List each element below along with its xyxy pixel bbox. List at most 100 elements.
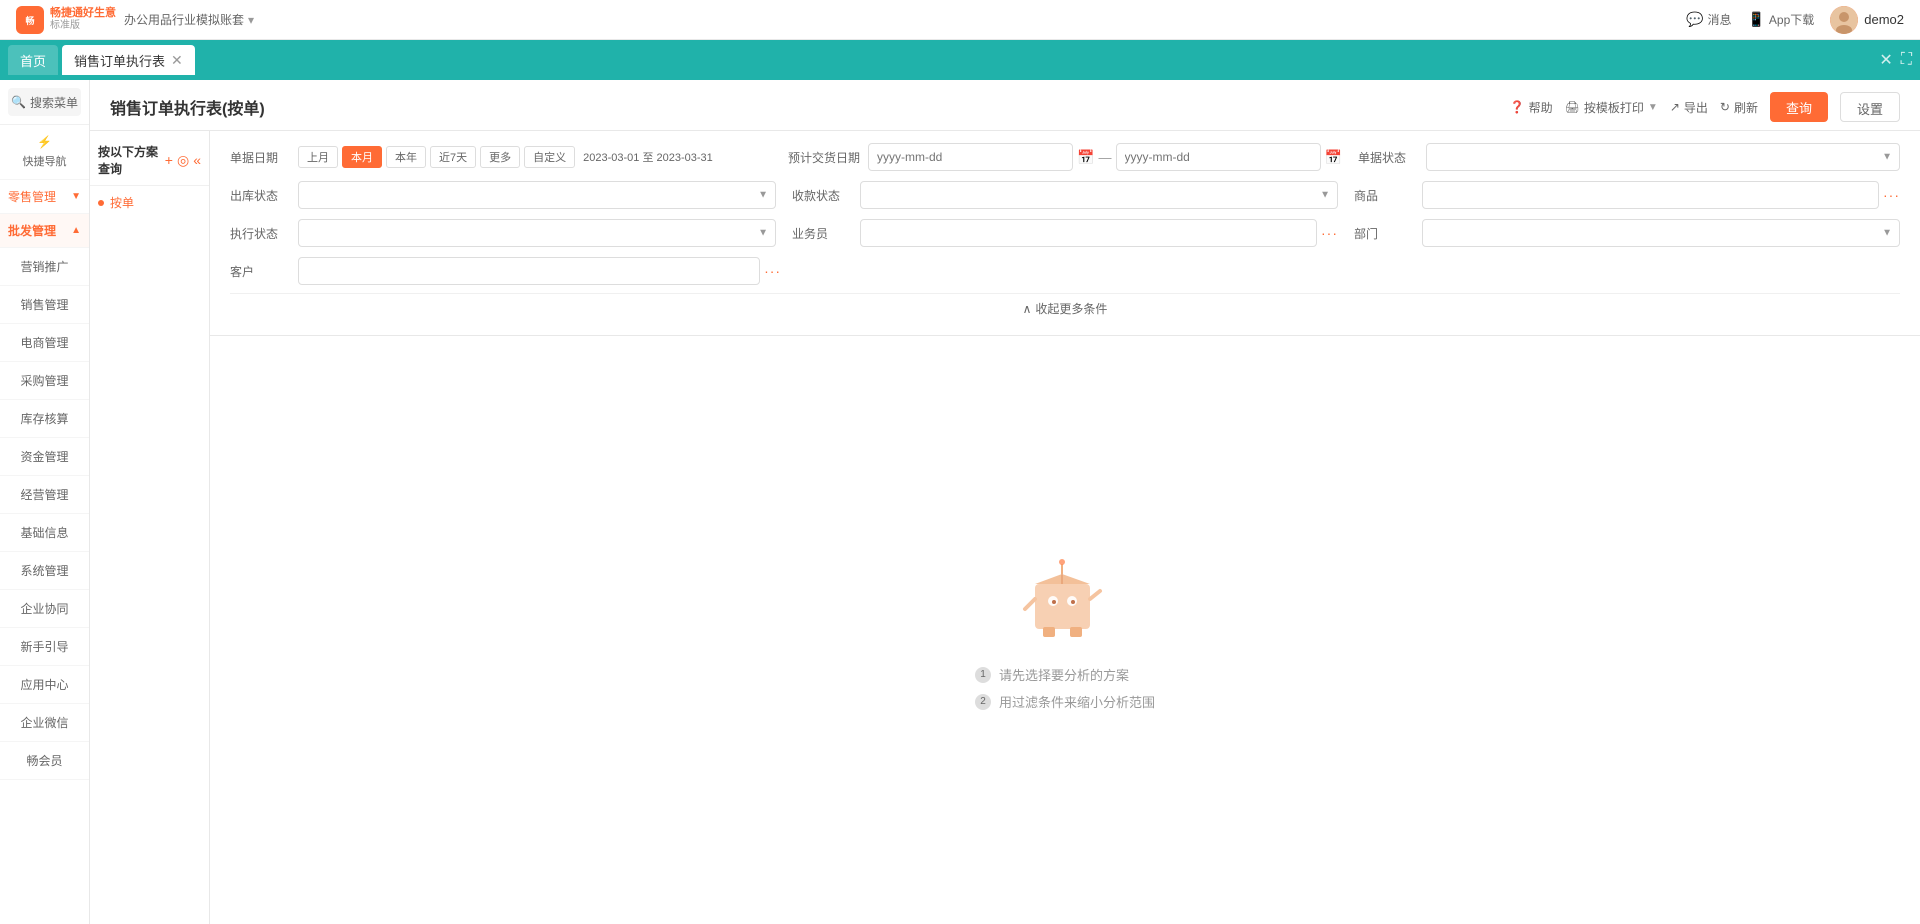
sidebar-item-business[interactable]: 经营管理 — [0, 476, 89, 514]
tip-num-2: 2 — [975, 694, 991, 710]
sidebar-item-member[interactable]: 畅会员 — [0, 742, 89, 780]
sidebar-item-basic[interactable]: 基础信息 — [0, 514, 89, 552]
sidebar-item-wechat[interactable]: 企业微信 — [0, 704, 89, 742]
scheme-item-by-order[interactable]: 按单 — [90, 186, 209, 219]
settings-button[interactable]: 设置 — [1840, 92, 1900, 122]
expected-date-range: 📅 — 📅 — [868, 143, 1342, 171]
calendar-to-icon[interactable]: 📅 — [1325, 149, 1342, 166]
sidebar-item-appstore[interactable]: 应用中心 — [0, 666, 89, 704]
sidebar-item-system[interactable]: 系统管理 — [0, 552, 89, 590]
tab-bar-right: ✕ ⛶ — [1879, 50, 1912, 70]
avatar — [1830, 6, 1858, 34]
help-button[interactable]: ❓ 帮助 — [1510, 99, 1553, 116]
data-scroll: 单据日期 上月 本月 本年 近7天 更多 自定义 20 — [210, 131, 1920, 924]
app-download-action[interactable]: 📱 App下载 — [1747, 11, 1814, 28]
sidebar-item-quick-nav[interactable]: ⚡ 快捷导航 — [0, 125, 89, 180]
message-icon: 💬 — [1686, 11, 1703, 28]
page-header: 销售订单执行表(按单) ❓ 帮助 🖨 按模板打印 ▼ ↗ 导出 ↻ 刷新 — [90, 80, 1920, 131]
salesperson-input[interactable] — [860, 219, 1317, 247]
expected-date-label: 预计交货日期 — [788, 149, 860, 166]
customer-label: 客户 — [230, 263, 290, 280]
doc-status-label: 单据状态 — [1358, 149, 1418, 166]
logo[interactable]: 畅 畅捷通好生意 标准版 — [16, 6, 116, 34]
quick-date-more[interactable]: 更多 — [480, 146, 520, 168]
calendar-from-icon[interactable]: 📅 — [1077, 149, 1094, 166]
date-label: 单据日期 — [230, 149, 290, 166]
goods-more-icon[interactable]: ··· — [1883, 187, 1900, 203]
help-icon: ❓ — [1510, 100, 1525, 114]
tab-close-icon[interactable]: ✕ — [171, 53, 183, 67]
quick-date-last-month[interactable]: 上月 — [298, 146, 338, 168]
scheme-icons: + ◎ « — [165, 152, 201, 169]
collapse-icon: ∧ — [1023, 302, 1032, 316]
app-download-icon: 📱 — [1747, 11, 1764, 28]
sidebar-item-inventory[interactable]: 库存核算 — [0, 400, 89, 438]
user-area[interactable]: demo2 — [1830, 6, 1904, 34]
sidebar-item-ecommerce[interactable]: 电商管理 — [0, 324, 89, 362]
expected-date-from[interactable] — [868, 143, 1073, 171]
scheme-header: 按以下方案查询 + ◎ « — [90, 139, 209, 186]
collapse-scheme-icon[interactable]: « — [193, 152, 201, 169]
print-icon: 🖨 — [1565, 100, 1580, 114]
add-scheme-icon[interactable]: + — [165, 152, 173, 169]
sidebar-search-area: 🔍 搜索菜单 — [0, 80, 89, 125]
logo-icon: 畅 — [16, 6, 44, 34]
tab-bar: 首页 销售订单执行表 ✕ ✕ ⛶ — [0, 40, 1920, 80]
sidebar-item-purchase[interactable]: 采购管理 — [0, 362, 89, 400]
exec-status-select[interactable] — [298, 219, 776, 247]
out-status-select[interactable] — [298, 181, 776, 209]
salesperson-label: 业务员 — [792, 225, 852, 242]
filter-panel: 单据日期 上月 本月 本年 近7天 更多 自定义 20 — [210, 131, 1920, 336]
page-actions: ❓ 帮助 🖨 按模板打印 ▼ ↗ 导出 ↻ 刷新 查询 设置 — [1510, 92, 1900, 122]
customer-more-icon[interactable]: ··· — [764, 263, 781, 279]
collapse-more-conditions[interactable]: ∧ 收起更多条件 — [230, 293, 1900, 323]
copy-scheme-icon[interactable]: ◎ — [177, 152, 189, 169]
expected-date-to[interactable] — [1116, 143, 1321, 171]
dept-select-wrapper: ▼ — [1422, 219, 1900, 247]
export-button[interactable]: ↗ 导出 — [1670, 99, 1708, 116]
doc-status-select[interactable] — [1426, 143, 1900, 171]
tab-expand-icon[interactable]: ⛶ — [1901, 51, 1912, 69]
quick-date-this-year[interactable]: 本年 — [386, 146, 426, 168]
tab-home[interactable]: 首页 — [8, 45, 58, 75]
sidebar-item-sales[interactable]: 销售管理 — [0, 286, 89, 324]
tip-num-1: 1 — [975, 667, 991, 683]
customer-input[interactable] — [298, 257, 760, 285]
print-button[interactable]: 🖨 按模板打印 ▼ — [1565, 99, 1658, 116]
search-menu-button[interactable]: 🔍 搜索菜单 — [8, 88, 81, 116]
sidebar-item-finance[interactable]: 资金管理 — [0, 438, 89, 476]
empty-state: 1 请先选择要分析的方案 2 用过滤条件来缩小分析范围 — [975, 549, 1155, 711]
message-action[interactable]: 💬 消息 — [1686, 11, 1731, 28]
refresh-icon: ↻ — [1720, 100, 1730, 114]
export-icon: ↗ — [1670, 100, 1680, 114]
out-status-select-wrapper: ▼ — [298, 181, 776, 209]
top-header: 畅 畅捷通好生意 标准版 办公用品行业模拟账套 ▾ 💬 消息 📱 App下载 — [0, 0, 1920, 40]
goods-label: 商品 — [1354, 187, 1414, 204]
tab-close-window-icon[interactable]: ✕ — [1879, 50, 1892, 70]
sidebar-item-retail[interactable]: 零售管理 ▼ — [0, 180, 89, 214]
main-layout: 🔍 搜索菜单 ⚡ 快捷导航 零售管理 ▼ 批发管理 ▲ 营销推广 销售管理 电商… — [0, 80, 1920, 924]
sidebar-item-newuser[interactable]: 新手引导 — [0, 628, 89, 666]
sidebar-item-marketing[interactable]: 营销推广 — [0, 248, 89, 286]
quick-date-7days[interactable]: 近7天 — [430, 146, 476, 168]
svg-text:畅: 畅 — [25, 15, 34, 26]
empty-tip-2: 2 用过滤条件来缩小分析范围 — [975, 692, 1155, 711]
data-area: 按以下方案查询 + ◎ « 按单 — [90, 131, 1920, 924]
receipt-status-select[interactable] — [860, 181, 1338, 209]
refresh-button[interactable]: ↻ 刷新 — [1720, 99, 1758, 116]
sidebar-item-wholesale[interactable]: 批发管理 ▲ — [0, 214, 89, 248]
header-right: 💬 消息 📱 App下载 demo2 — [1686, 6, 1904, 34]
empty-tip-1: 1 请先选择要分析的方案 — [975, 665, 1155, 684]
doc-status-select-wrapper: ▼ — [1426, 143, 1900, 171]
salesperson-more-icon[interactable]: ··· — [1321, 225, 1338, 241]
goods-input[interactable] — [1422, 181, 1879, 209]
query-button[interactable]: 查询 — [1770, 92, 1828, 122]
quick-date-custom[interactable]: 自定义 — [524, 146, 575, 168]
quick-date-this-month[interactable]: 本月 — [342, 146, 382, 168]
sidebar-item-enterprise[interactable]: 企业协同 — [0, 590, 89, 628]
header-left: 畅 畅捷通好生意 标准版 办公用品行业模拟账套 ▾ — [16, 6, 254, 34]
empty-tips: 1 请先选择要分析的方案 2 用过滤条件来缩小分析范围 — [975, 665, 1155, 711]
quick-date-buttons: 上月 本月 本年 近7天 更多 自定义 — [298, 146, 575, 168]
dept-select[interactable] — [1422, 219, 1900, 247]
tab-sales-order[interactable]: 销售订单执行表 ✕ — [62, 45, 195, 75]
